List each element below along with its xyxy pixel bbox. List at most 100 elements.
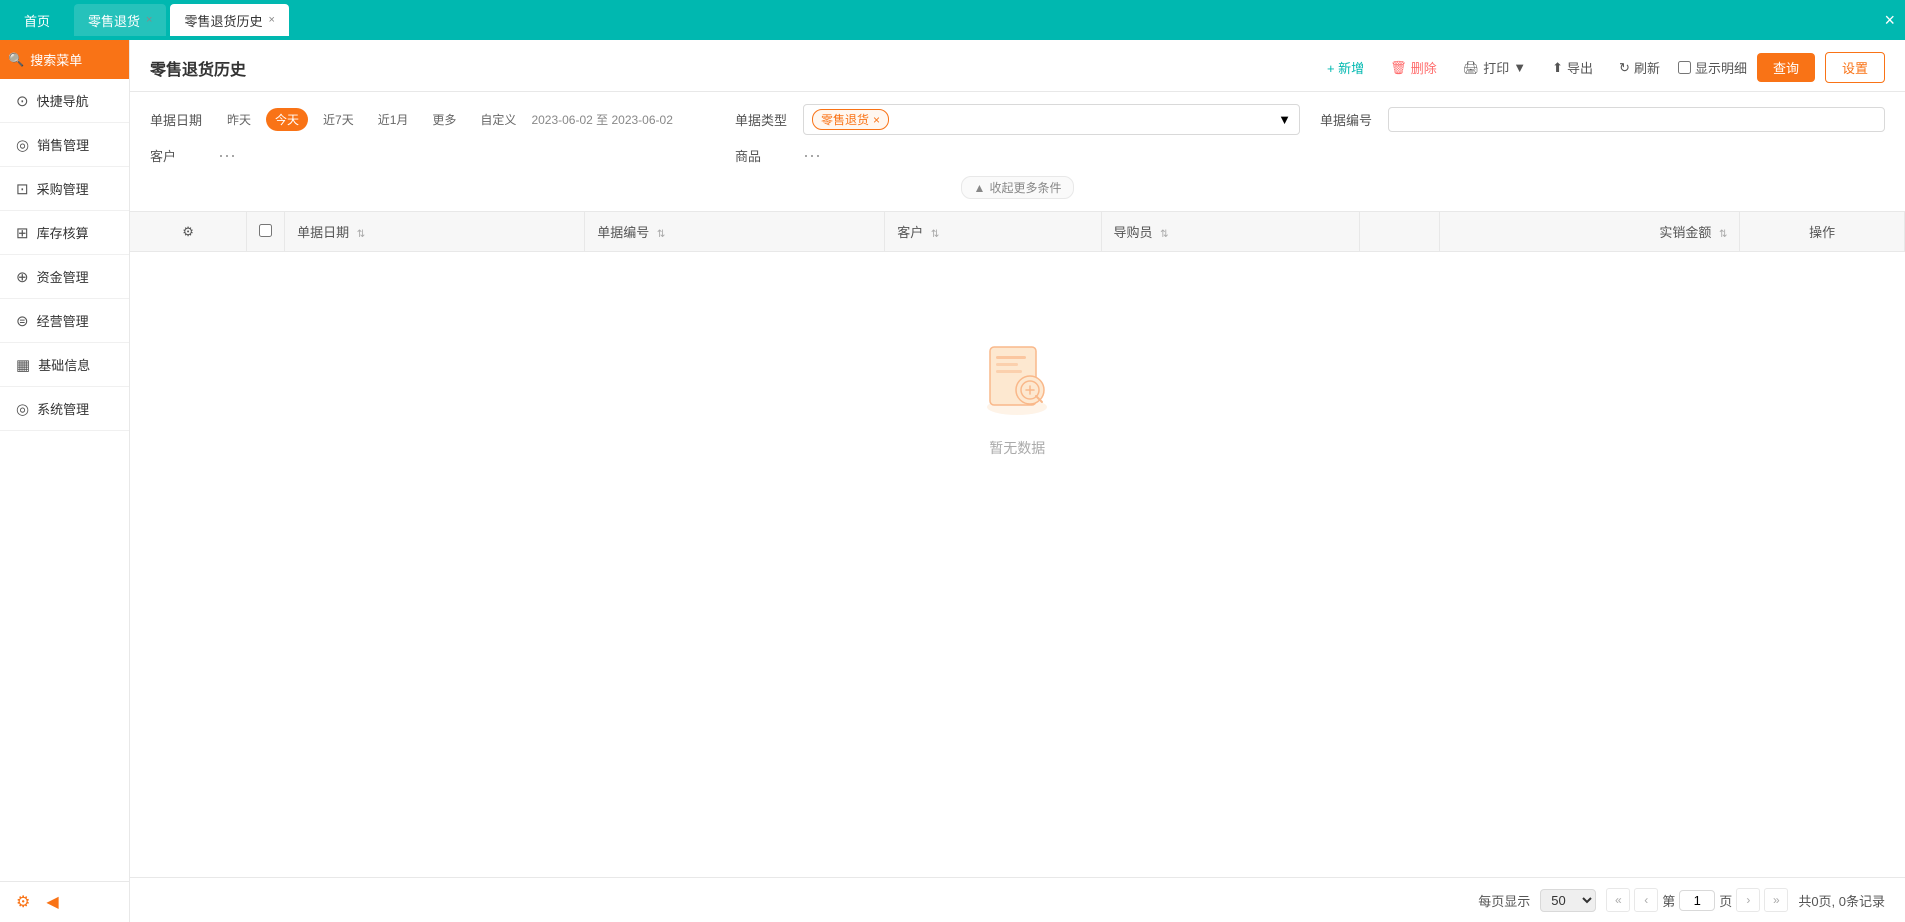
- sidebar-item-sales-mgmt[interactable]: ◎ 销售管理: [0, 123, 129, 167]
- operations-mgmt-icon: ⊜: [16, 312, 29, 330]
- sidebar-item-basic-info-label: 基础信息: [38, 355, 90, 374]
- sidebar-item-finance-mgmt[interactable]: ⊕ 资金管理: [0, 255, 129, 299]
- date-btn-1month[interactable]: 近1月: [369, 108, 418, 131]
- filter-doc-type-dropdown-icon: ▼: [1278, 112, 1291, 127]
- th-ops: 操作: [1740, 212, 1905, 252]
- page-prev-button[interactable]: ‹: [1634, 888, 1658, 912]
- system-mgmt-icon: ◎: [16, 400, 29, 418]
- window-close-button[interactable]: ×: [1884, 10, 1895, 31]
- show-detail-checkbox-label[interactable]: 显示明细: [1678, 58, 1747, 77]
- sidebar: 🔍 搜索菜单 ⊙ 快捷导航 ◎ 销售管理 ⊡ 采购管理 ⊞ 库存核算 ⊕ 资金管…: [0, 40, 130, 922]
- per-page-select[interactable]: 50 10 20 100: [1540, 889, 1596, 912]
- sidebar-item-quick-nav[interactable]: ⊙ 快捷导航: [0, 79, 129, 123]
- select-all-checkbox[interactable]: [259, 224, 272, 237]
- page-last-button[interactable]: »: [1764, 888, 1788, 912]
- th-doc-date-sort[interactable]: ⇅: [357, 229, 365, 240]
- per-page-label: 每页显示: [1478, 891, 1530, 910]
- filter-doc-type-value: 零售退货: [821, 111, 869, 128]
- tab-retail-return-history-label: 零售退货历史: [184, 11, 262, 30]
- th-guide-label: 导购员: [1114, 225, 1153, 240]
- sidebar-item-system-mgmt-label: 系统管理: [37, 399, 89, 418]
- main-layout: 🔍 搜索菜单 ⊙ 快捷导航 ◎ 销售管理 ⊡ 采购管理 ⊞ 库存核算 ⊕ 资金管…: [0, 40, 1905, 922]
- empty-state: 暂无数据: [130, 252, 1905, 538]
- th-actual-amount[interactable]: 实销金额 ⇅: [1440, 212, 1740, 252]
- delete-icon: 🗑: [1390, 60, 1407, 76]
- th-customer-sort[interactable]: ⇅: [931, 229, 939, 240]
- print-label: 打印: [1483, 58, 1509, 77]
- th-settings[interactable]: ⚙: [130, 212, 247, 252]
- table-body: 暂无数据: [130, 252, 1905, 539]
- filter-customer-dots[interactable]: ···: [218, 145, 236, 166]
- collapse-label: 收起更多条件: [989, 179, 1061, 196]
- home-tab[interactable]: 首页: [10, 7, 64, 34]
- filter-doc-type-select[interactable]: 零售退货 × ▼: [803, 104, 1300, 135]
- tab-retail-return[interactable]: 零售退货 ×: [74, 4, 166, 36]
- sidebar-item-quick-nav-label: 快捷导航: [37, 91, 89, 110]
- settings-icon[interactable]: ⚙: [16, 892, 30, 912]
- sidebar-bottom: ⚙ ◀: [0, 881, 129, 922]
- filter-row-1: 单据日期 昨天 今天 近7天 近1月 更多 自定义 2023-06-02 至 2…: [150, 104, 1885, 135]
- page-title: 零售退货历史: [150, 56, 246, 80]
- sidebar-search[interactable]: 🔍 搜索菜单: [0, 40, 129, 79]
- filter-doc-type: 单据类型 零售退货 × ▼: [735, 104, 1300, 135]
- page-next-button[interactable]: ›: [1736, 888, 1760, 912]
- th-spacer: [1359, 212, 1440, 252]
- th-customer-label: 客户: [897, 225, 923, 240]
- collapse-sidebar-icon[interactable]: ◀: [46, 892, 58, 912]
- th-guide[interactable]: 导购员 ⇅: [1101, 212, 1359, 252]
- filter-row-2: 客户 ··· 商品 ···: [150, 145, 1885, 166]
- date-btn-yesterday[interactable]: 昨天: [218, 108, 260, 131]
- refresh-label: 刷新: [1634, 58, 1660, 77]
- sidebar-item-sales-mgmt-label: 销售管理: [37, 135, 89, 154]
- date-btn-7days[interactable]: 近7天: [314, 108, 363, 131]
- th-ops-label: 操作: [1809, 225, 1835, 240]
- sidebar-search-label: 搜索菜单: [30, 50, 82, 69]
- sidebar-item-system-mgmt[interactable]: ◎ 系统管理: [0, 387, 129, 431]
- filter-goods: 商品 ···: [735, 145, 1300, 166]
- settings-button[interactable]: 设置: [1825, 52, 1885, 83]
- filter-doc-type-tag: 零售退货 ×: [812, 109, 889, 130]
- th-doc-date[interactable]: 单据日期 ⇅: [285, 212, 585, 252]
- tab-retail-return-close[interactable]: ×: [146, 14, 152, 26]
- th-checkbox[interactable]: [247, 212, 285, 252]
- filter-goods-dots[interactable]: ···: [803, 145, 821, 166]
- search-icon: 🔍: [8, 52, 24, 68]
- sales-mgmt-icon: ◎: [16, 136, 29, 154]
- sidebar-item-finance-mgmt-label: 资金管理: [37, 267, 89, 286]
- sidebar-item-operations-mgmt[interactable]: ⊜ 经营管理: [0, 299, 129, 343]
- print-dropdown-icon: ▼: [1513, 60, 1526, 75]
- date-btn-today[interactable]: 今天: [266, 108, 308, 131]
- tab-retail-return-history[interactable]: 零售退货历史 ×: [170, 4, 288, 36]
- filter-doc-type-label: 单据类型: [735, 110, 795, 129]
- sidebar-item-inventory[interactable]: ⊞ 库存核算: [0, 211, 129, 255]
- export-icon: ⬆: [1552, 60, 1563, 76]
- print-button[interactable]: 🖨 打印 ▼: [1455, 54, 1534, 81]
- new-button[interactable]: + 新增: [1319, 54, 1372, 81]
- pagination: 每页显示 50 10 20 100 « ‹ 第 页 › » 共0页, 0条记录: [130, 877, 1905, 922]
- table-wrap: ⚙ 单据日期 ⇅ 单据编号 ⇅ 客户: [130, 212, 1905, 877]
- export-button[interactable]: ⬆ 导出: [1544, 54, 1601, 81]
- sidebar-item-basic-info[interactable]: ▦ 基础信息: [0, 343, 129, 387]
- filter-doc-type-remove[interactable]: ×: [873, 113, 880, 127]
- table-header-row: ⚙ 单据日期 ⇅ 单据编号 ⇅ 客户: [130, 212, 1905, 252]
- delete-button[interactable]: 🗑 删除: [1382, 54, 1445, 81]
- th-doc-no-sort[interactable]: ⇅: [657, 229, 665, 240]
- th-customer[interactable]: 客户 ⇅: [885, 212, 1101, 252]
- sidebar-item-purchase-mgmt[interactable]: ⊡ 采购管理: [0, 167, 129, 211]
- th-doc-no[interactable]: 单据编号 ⇅: [585, 212, 885, 252]
- th-guide-sort[interactable]: ⇅: [1160, 229, 1168, 240]
- refresh-button[interactable]: ↻ 刷新: [1611, 54, 1668, 81]
- query-button[interactable]: 查询: [1757, 53, 1815, 82]
- filter-date: 单据日期 昨天 今天 近7天 近1月 更多 自定义 2023-06-02 至 2…: [150, 108, 715, 131]
- show-detail-checkbox[interactable]: [1678, 61, 1691, 74]
- filter-doc-no-input[interactable]: [1388, 107, 1885, 132]
- collapse-button[interactable]: ▲ 收起更多条件: [961, 176, 1075, 199]
- th-actual-amount-sort[interactable]: ⇅: [1719, 229, 1727, 240]
- page-input[interactable]: [1679, 890, 1715, 911]
- sidebar-item-purchase-mgmt-label: 采购管理: [37, 179, 89, 198]
- page-first-button[interactable]: «: [1606, 888, 1630, 912]
- date-btn-custom[interactable]: 自定义: [471, 108, 525, 131]
- tab-retail-return-history-close[interactable]: ×: [268, 14, 274, 26]
- date-btn-more[interactable]: 更多: [423, 108, 465, 131]
- empty-text: 暂无数据: [989, 438, 1045, 458]
